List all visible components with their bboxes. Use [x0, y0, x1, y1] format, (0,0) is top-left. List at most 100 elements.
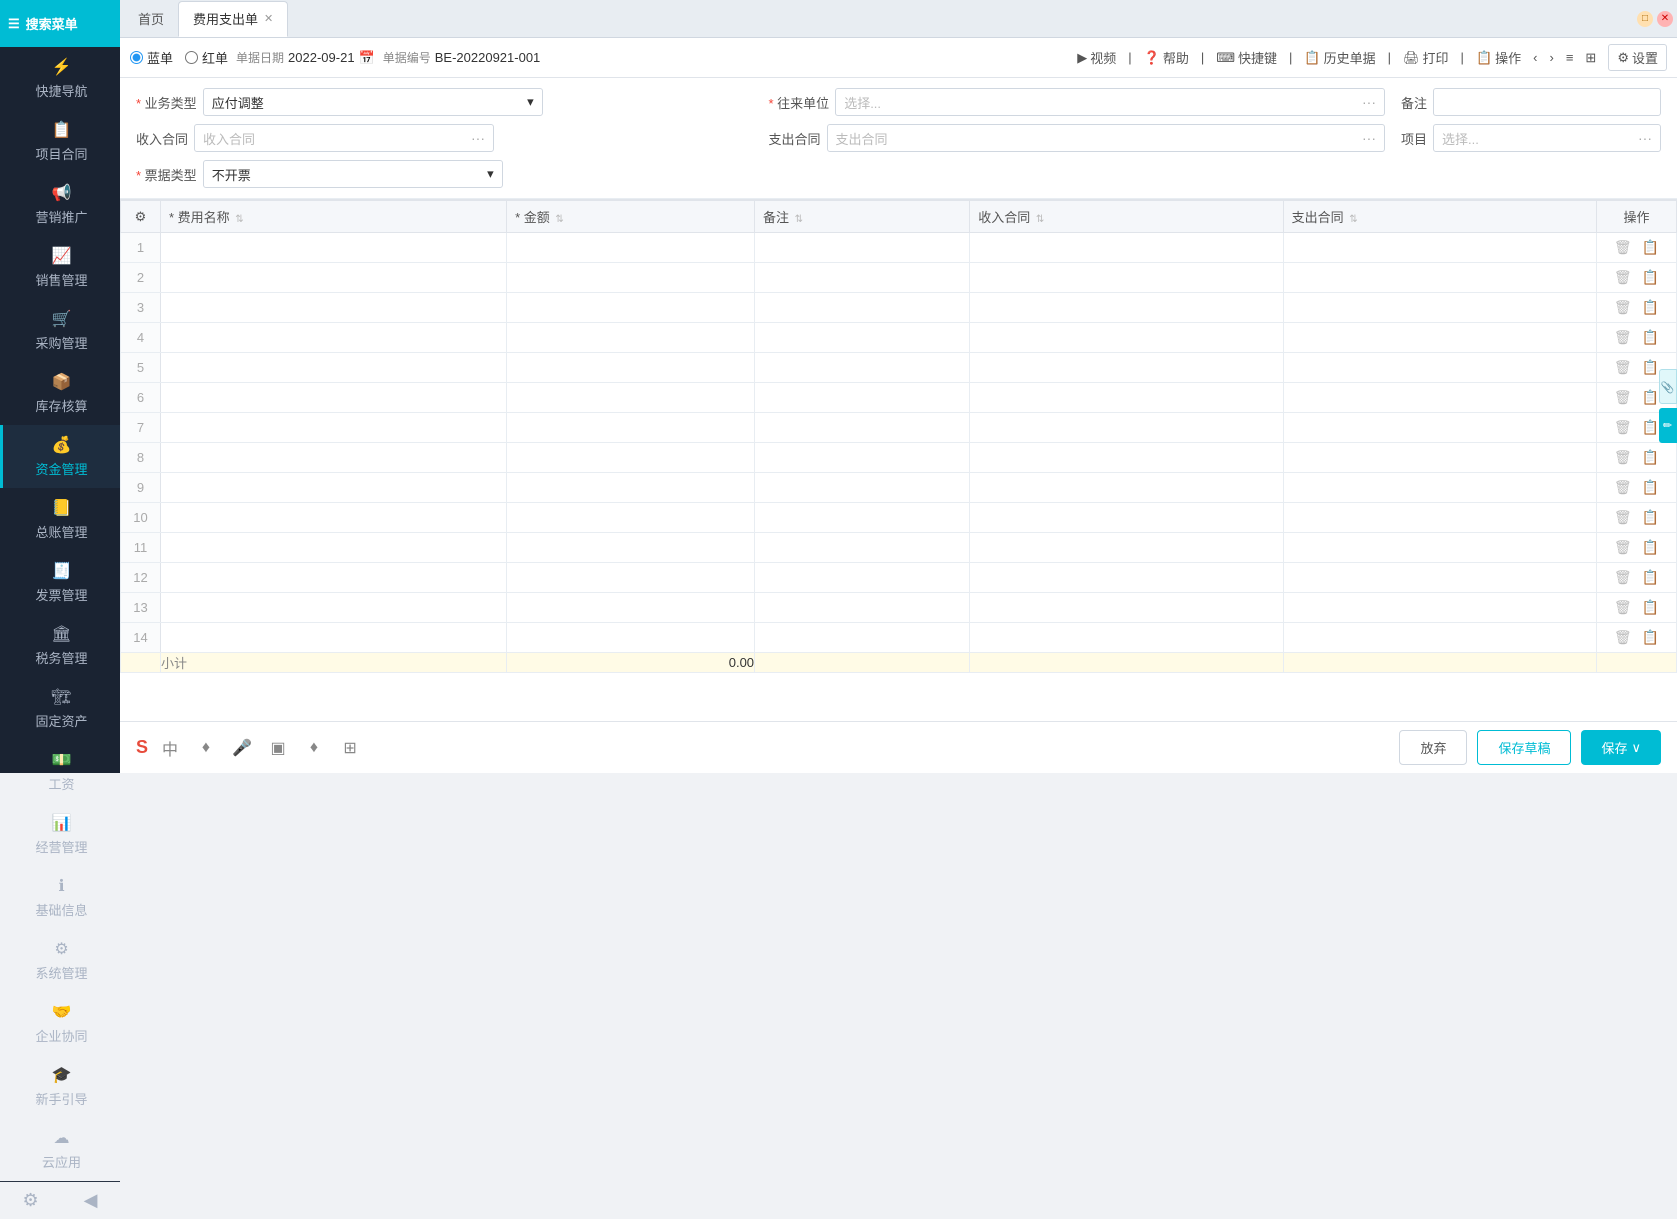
row-expense-name[interactable] — [161, 353, 507, 383]
save-draft-button[interactable]: 保存草稿 — [1477, 730, 1571, 765]
sidebar-item-project-contract[interactable]: 📋 项目合同 — [0, 110, 120, 173]
row-income-contract[interactable] — [970, 563, 1283, 593]
apps-icon[interactable]: ⊞ — [336, 734, 364, 762]
row-remark[interactable] — [755, 473, 970, 503]
row-amount[interactable] — [507, 443, 755, 473]
project-select[interactable]: 选择... ··· — [1433, 124, 1661, 152]
row-expense-name[interactable] — [161, 443, 507, 473]
row-income-contract[interactable] — [970, 533, 1283, 563]
row-amount[interactable] — [507, 623, 755, 653]
diamond-icon[interactable]: ♦ — [192, 734, 220, 762]
row-delete-button[interactable]: 🗑 — [1612, 417, 1634, 438]
row-remark[interactable] — [755, 443, 970, 473]
row-income-contract[interactable] — [970, 623, 1283, 653]
row-expense-contract[interactable] — [1283, 293, 1596, 323]
row-expense-name[interactable] — [161, 473, 507, 503]
row-expense-name[interactable] — [161, 593, 507, 623]
row-copy-button[interactable]: 📋 — [1640, 237, 1661, 258]
row-expense-name[interactable] — [161, 323, 507, 353]
sidebar-item-newbie[interactable]: 🎓 新手引导 — [0, 1055, 120, 1118]
row-amount[interactable] — [507, 533, 755, 563]
row-remark[interactable] — [755, 623, 970, 653]
row-remark[interactable] — [755, 263, 970, 293]
row-copy-button[interactable]: 📋 — [1640, 357, 1661, 378]
row-expense-name[interactable] — [161, 293, 507, 323]
row-remark[interactable] — [755, 293, 970, 323]
sidebar-item-payroll[interactable]: 💵 工资 — [0, 740, 120, 803]
row-expense-contract[interactable] — [1283, 533, 1596, 563]
sidebar-item-operations[interactable]: 📊 经营管理 — [0, 803, 120, 866]
row-income-contract[interactable] — [970, 413, 1283, 443]
sidebar-item-quick-nav[interactable]: ⚡ 快捷导航 — [0, 47, 120, 110]
invoice-type-select[interactable]: 不开票 ▾ — [203, 160, 503, 188]
grid2-icon[interactable]: ▣ — [264, 734, 292, 762]
expense-contract-select[interactable]: 支出合同 ··· — [827, 124, 1385, 152]
nav-next[interactable]: › — [1549, 50, 1553, 65]
row-copy-button[interactable]: 📋 — [1640, 627, 1661, 648]
row-income-contract[interactable] — [970, 293, 1283, 323]
sidebar-item-procurement[interactable]: 🛒 采购管理 — [0, 299, 120, 362]
row-amount[interactable] — [507, 233, 755, 263]
row-delete-button[interactable]: 🗑 — [1612, 507, 1634, 528]
row-remark[interactable] — [755, 383, 970, 413]
history-action[interactable]: 📋 历史单据 — [1304, 48, 1375, 67]
sidebar-item-finance[interactable]: 💰 资金管理 — [0, 425, 120, 488]
tab-home[interactable]: 首页 — [124, 1, 178, 37]
row-delete-button[interactable]: 🗑 — [1612, 387, 1634, 408]
video-action[interactable]: ▶ 视频 — [1077, 48, 1116, 67]
row-remark[interactable] — [755, 413, 970, 443]
row-expense-contract[interactable] — [1283, 323, 1596, 353]
row-delete-button[interactable]: 🗑 — [1612, 327, 1634, 348]
sidebar-item-cloud-app[interactable]: ☁ 云应用 — [0, 1118, 120, 1181]
window-close[interactable]: ✕ — [1657, 11, 1673, 27]
row-amount[interactable] — [507, 263, 755, 293]
row-copy-button[interactable]: 📋 — [1640, 567, 1661, 588]
mic-icon[interactable]: 🎤 — [228, 734, 256, 762]
window-maximize[interactable]: □ — [1637, 11, 1653, 27]
sidebar-item-system[interactable]: ⚙ 系统管理 — [0, 929, 120, 992]
row-delete-button[interactable]: 🗑 — [1612, 357, 1634, 378]
row-income-contract[interactable] — [970, 233, 1283, 263]
row-amount[interactable] — [507, 593, 755, 623]
row-income-contract[interactable] — [970, 593, 1283, 623]
row-income-contract[interactable] — [970, 443, 1283, 473]
red-bill-label[interactable]: 红单 — [185, 48, 228, 67]
row-remark[interactable] — [755, 323, 970, 353]
counterpart-select[interactable]: 选择... ··· — [835, 88, 1385, 116]
collapse-icon[interactable]: ◀ — [84, 1190, 98, 1211]
comment-tab[interactable]: ✏ — [1659, 408, 1677, 443]
row-expense-contract[interactable] — [1283, 563, 1596, 593]
row-expense-name[interactable] — [161, 623, 507, 653]
row-amount[interactable] — [507, 563, 755, 593]
row-amount[interactable] — [507, 383, 755, 413]
row-expense-contract[interactable] — [1283, 623, 1596, 653]
row-expense-name[interactable] — [161, 263, 507, 293]
row-copy-button[interactable]: 📋 — [1640, 447, 1661, 468]
row-income-contract[interactable] — [970, 263, 1283, 293]
col-settings[interactable]: ⚙ — [121, 201, 161, 233]
row-copy-button[interactable]: 📋 — [1640, 327, 1661, 348]
row-copy-button[interactable]: 📋 — [1640, 597, 1661, 618]
row-expense-contract[interactable] — [1283, 593, 1596, 623]
row-expense-contract[interactable] — [1283, 443, 1596, 473]
row-expense-contract[interactable] — [1283, 383, 1596, 413]
sidebar-item-enterprise[interactable]: 🤝 企业协同 — [0, 992, 120, 1055]
tab-expense[interactable]: 费用支出单 ✕ — [178, 1, 288, 37]
row-income-contract[interactable] — [970, 383, 1283, 413]
row-expense-contract[interactable] — [1283, 263, 1596, 293]
row-income-contract[interactable] — [970, 473, 1283, 503]
sidebar-item-fixed-assets[interactable]: 🏗 固定资产 — [0, 677, 120, 740]
counterpart-dots[interactable]: ··· — [1362, 94, 1376, 110]
row-remark[interactable] — [755, 563, 970, 593]
row-remark[interactable] — [755, 233, 970, 263]
print-action[interactable]: 🖨 打印 — [1403, 48, 1449, 67]
row-expense-name[interactable] — [161, 383, 507, 413]
row-amount[interactable] — [507, 353, 755, 383]
row-delete-button[interactable]: 🗑 — [1612, 297, 1634, 318]
row-remark[interactable] — [755, 503, 970, 533]
row-expense-contract[interactable] — [1283, 503, 1596, 533]
project-dots[interactable]: ··· — [1638, 130, 1652, 146]
view-list[interactable]: ≡ — [1566, 50, 1574, 65]
row-delete-button[interactable]: 🗑 — [1612, 267, 1634, 288]
income-dots[interactable]: ··· — [471, 130, 485, 146]
